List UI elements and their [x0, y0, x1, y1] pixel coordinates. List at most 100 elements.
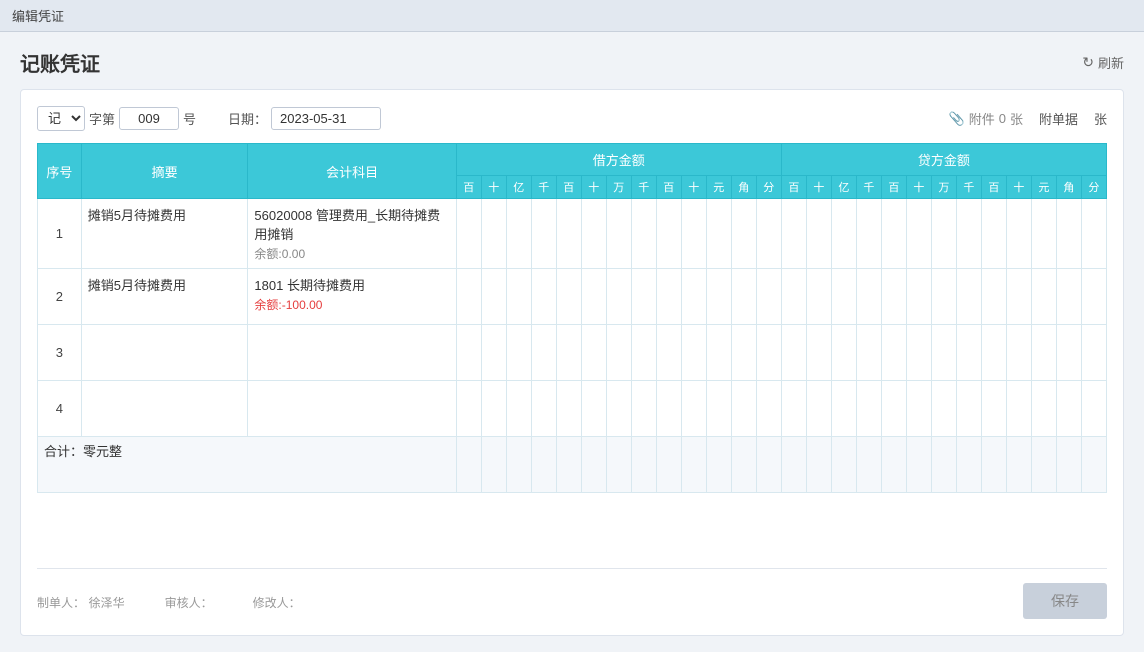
voucher-table: 序号 摘要 会计科目 借方金额 贷方金额 百 十 亿 千 百 十: [37, 143, 1107, 493]
ch-8: 千: [956, 176, 981, 199]
row2-balance: 余额:-100.00: [254, 296, 449, 313]
table-header-row-1: 序号 摘要 会计科目 借方金额 贷方金额: [38, 144, 1107, 176]
attach-label: 附件: [969, 109, 995, 128]
table-footer-row: 合计：零元整: [38, 437, 1107, 493]
ch-2: 十: [806, 176, 831, 199]
ch-6: 十: [906, 176, 931, 199]
dh-3: 亿: [506, 176, 531, 199]
window-title: 编辑凭证: [12, 6, 64, 25]
voucher-meta: 记 字第 号 日期： 📎 附件 0 张: [37, 106, 1107, 131]
table-row: 1 摊销5月待摊费用 56020008 管理费用_长期待摊费用摊销 余额:0.0…: [38, 199, 1107, 269]
row1-summary-text: 摊销5月待摊费用: [88, 205, 242, 224]
ch-4: 千: [856, 176, 881, 199]
voucher-type-select[interactable]: 记: [37, 106, 85, 131]
dh-2: 十: [481, 176, 506, 199]
paperclip-icon: 📎: [949, 111, 965, 127]
row2-seq: 2: [38, 269, 82, 325]
main-content: 记账凭证 ↻ 刷新 记 字第 号 日期：: [0, 32, 1144, 652]
table-container: 序号 摘要 会计科目 借方金额 贷方金额 百 十 亿 千 百 十: [37, 143, 1107, 558]
footer-value: 零元整: [83, 444, 122, 459]
table-row: 2 摊销5月待摊费用 1801 长期待摊费用 余额:-100.00: [38, 269, 1107, 325]
ch-12: 角: [1056, 176, 1081, 199]
th-seq: 序号: [38, 144, 82, 199]
ch-9: 百: [981, 176, 1006, 199]
row1-balance-label: 余额:: [254, 247, 281, 261]
page-header: 记账凭证 ↻ 刷新: [20, 48, 1124, 77]
row1-balance-value: 0.00: [282, 247, 305, 261]
ch-13: 分: [1081, 176, 1106, 199]
row4-summary[interactable]: [81, 381, 248, 437]
dh-8: 千: [631, 176, 656, 199]
reviewer-info: 审核人：: [165, 594, 213, 611]
editor-label: 修改人：: [253, 596, 301, 610]
bottom-bar: 制单人： 徐泽华 审核人： 修改人： 保存: [37, 575, 1107, 619]
th-debit: 借方金额: [456, 144, 781, 176]
reviewer-label: 审核人：: [165, 596, 213, 610]
footer-total: 合计：零元整: [38, 437, 457, 493]
dh-10: 十: [681, 176, 706, 199]
ch-11: 元: [1031, 176, 1056, 199]
meta-bottom: 制单人： 徐泽华 审核人： 修改人：: [37, 594, 301, 611]
ch-3: 亿: [831, 176, 856, 199]
attach-unit: 张: [1010, 109, 1023, 128]
table-row: 3: [38, 325, 1107, 381]
row2-balance-label: 余额:: [254, 298, 281, 312]
ch-10: 十: [1006, 176, 1031, 199]
hao-label: 号: [183, 109, 196, 128]
dh-13: 分: [756, 176, 781, 199]
row1-account-code: 56020008 管理费用_长期待摊费用摊销: [254, 205, 449, 243]
title-bar: 编辑凭证: [0, 0, 1144, 32]
date-label: 日期：: [228, 109, 267, 128]
row2-summary[interactable]: 摊销5月待摊费用: [81, 269, 248, 325]
row2-summary-text: 摊销5月待摊费用: [88, 275, 242, 294]
th-summary: 摘要: [81, 144, 248, 199]
dh-6: 十: [581, 176, 606, 199]
creator-value: 徐泽华: [89, 596, 125, 610]
zi-di-label: 字第: [89, 109, 115, 128]
th-account: 会计科目: [248, 144, 456, 199]
row4-account[interactable]: [248, 381, 456, 437]
ch-5: 百: [881, 176, 906, 199]
row3-seq: 3: [38, 325, 82, 381]
row1-balance: 余额:0.00: [254, 245, 449, 262]
editor-info: 修改人：: [253, 594, 301, 611]
type-group: 记 字第 号: [37, 106, 196, 131]
voucher-number-input[interactable]: [119, 107, 179, 130]
attach-count: 0: [999, 111, 1006, 126]
save-button[interactable]: 保存: [1023, 583, 1107, 619]
attach-info: 📎 附件 0 张: [949, 109, 1023, 128]
dh-7: 万: [606, 176, 631, 199]
dh-12: 角: [731, 176, 756, 199]
page-title: 记账凭证: [20, 48, 100, 77]
dh-1: 百: [456, 176, 481, 199]
row2-account[interactable]: 1801 长期待摊费用 余额:-100.00: [248, 269, 456, 325]
footer-label: 合计：: [44, 444, 83, 459]
creator-info: 制单人： 徐泽华: [37, 594, 125, 611]
window: 编辑凭证 记账凭证 ↻ 刷新 记 字第 号 日期：: [0, 0, 1144, 652]
dh-5: 百: [556, 176, 581, 199]
dh-11: 元: [706, 176, 731, 199]
table-row: 4: [38, 381, 1107, 437]
voucher-card: 记 字第 号 日期： 📎 附件 0 张: [20, 89, 1124, 636]
row2-account-code: 1801 长期待摊费用: [254, 275, 449, 294]
ch-1: 百: [781, 176, 806, 199]
row1-summary[interactable]: 摊销5月待摊费用: [81, 199, 248, 269]
meta-right: 📎 附件 0 张 附单据 张: [949, 109, 1107, 128]
creator-label: 制单人：: [37, 596, 85, 610]
row3-account[interactable]: [248, 325, 456, 381]
refresh-icon: ↻: [1082, 54, 1094, 71]
row3-summary[interactable]: [81, 325, 248, 381]
divider: [37, 568, 1107, 569]
attach-single-button[interactable]: 附单据: [1039, 109, 1078, 128]
dh-9: 百: [656, 176, 681, 199]
refresh-button[interactable]: ↻ 刷新: [1082, 53, 1124, 72]
dh-4: 千: [531, 176, 556, 199]
row2-balance-value: -100.00: [282, 298, 323, 312]
refresh-label: 刷新: [1098, 53, 1124, 72]
ch-7: 万: [931, 176, 956, 199]
date-group: 日期：: [228, 107, 381, 130]
row1-account[interactable]: 56020008 管理费用_长期待摊费用摊销 余额:0.00: [248, 199, 456, 269]
zhang-label: 张: [1094, 109, 1107, 128]
date-input[interactable]: [271, 107, 381, 130]
row1-seq: 1: [38, 199, 82, 269]
